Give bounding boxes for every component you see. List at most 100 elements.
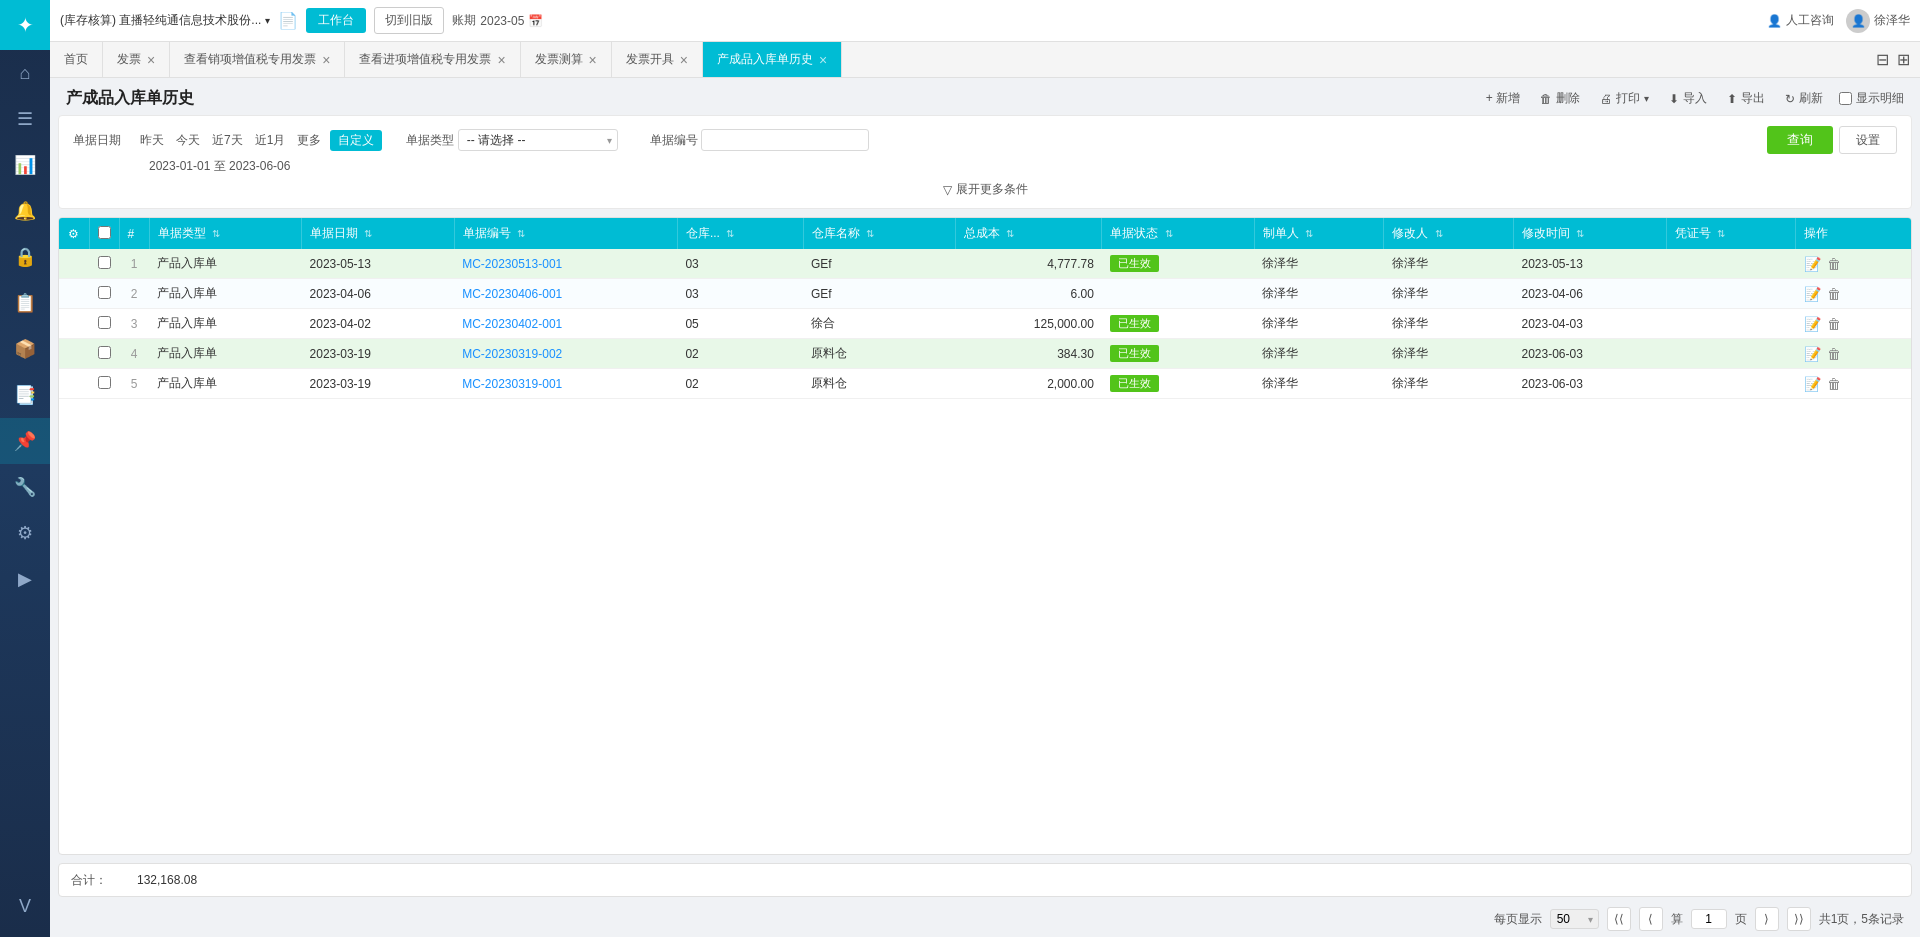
number-filter-input[interactable] [701,129,869,151]
type-select[interactable]: -- 请选择 -- 产品入库单 [458,129,618,151]
delete-button[interactable]: 🗑 删除 [1536,88,1584,109]
tab-check-output-close[interactable]: × [322,52,330,68]
tab-check-input[interactable]: 查看进项增值税专用发票 × [345,42,520,77]
select-all-checkbox[interactable] [98,226,111,239]
doc-number-link[interactable]: MC-20230319-002 [462,347,562,361]
th-warehouse-code[interactable]: 仓库... ⇅ [677,218,803,249]
doc-number-link[interactable]: MC-20230513-001 [462,257,562,271]
th-type[interactable]: 单据类型 ⇅ [149,218,302,249]
delete-icon[interactable]: 🗑 [1827,256,1841,272]
row-checkbox[interactable] [89,249,119,279]
row-number[interactable]: MC-20230319-002 [454,339,677,369]
page-number-input[interactable] [1691,909,1727,929]
row-settings[interactable] [59,309,89,339]
sidebar-item-menu[interactable]: ☰ [0,96,50,142]
print-button[interactable]: 🖨 打印 ▾ [1596,88,1653,109]
doc-number-link[interactable]: MC-20230406-001 [462,287,562,301]
import-button[interactable]: ⬇ 导入 [1665,88,1711,109]
edit-icon[interactable]: 📝 [1804,316,1821,332]
support-btn[interactable]: 👤 人工咨询 [1767,12,1834,29]
export-button[interactable]: ⬆ 导出 [1723,88,1769,109]
query-button[interactable]: 查询 [1767,126,1833,154]
row-number[interactable]: MC-20230406-001 [454,279,677,309]
show-detail-checkbox[interactable] [1839,92,1852,105]
edit-icon[interactable]: 📝 [1804,286,1821,302]
next-page-btn[interactable]: ⟩ [1755,907,1779,931]
row-checkbox[interactable] [89,279,119,309]
sidebar-item-home[interactable]: ⌂ [0,50,50,96]
edit-icon[interactable]: 📝 [1804,346,1821,362]
th-status[interactable]: 单据状态 ⇅ [1102,218,1255,249]
date-btn-yesterday[interactable]: 昨天 [137,131,167,150]
th-date[interactable]: 单据日期 ⇅ [302,218,455,249]
row-number[interactable]: MC-20230402-001 [454,309,677,339]
delete-icon[interactable]: 🗑 [1827,286,1841,302]
tab-issue-close[interactable]: × [680,52,688,68]
th-creator[interactable]: 制单人 ⇅ [1254,218,1384,249]
date-btn-today[interactable]: 今天 [173,131,203,150]
row-checkbox[interactable] [89,339,119,369]
row-settings[interactable] [59,339,89,369]
row-select-checkbox[interactable] [98,376,111,389]
row-checkbox[interactable] [89,309,119,339]
tab-product-history-close[interactable]: × [819,52,827,68]
th-warehouse-name[interactable]: 仓库名称 ⇅ [803,218,956,249]
delete-icon[interactable]: 🗑 [1827,376,1841,392]
row-number[interactable]: MC-20230513-001 [454,249,677,279]
tab-product-history[interactable]: 产成品入库单历史 × [703,42,842,77]
prev-page-btn[interactable]: ⟨ [1639,907,1663,931]
tab-minimize-icon[interactable]: ⊟ [1876,50,1889,69]
sidebar-item-tools[interactable]: 🔧 [0,464,50,510]
tab-invoice[interactable]: 发票 × [103,42,170,77]
edit-icon[interactable]: 📝 [1804,256,1821,272]
sidebar-item-settings[interactable]: ⚙ [0,510,50,556]
sidebar-item-notify[interactable]: 🔔 [0,188,50,234]
doc-number-link[interactable]: MC-20230319-001 [462,377,562,391]
th-settings[interactable]: ⚙ [59,218,89,249]
date-btn-7days[interactable]: 近7天 [209,131,246,150]
row-checkbox[interactable] [89,369,119,399]
row-select-checkbox[interactable] [98,286,111,299]
sidebar-item-play[interactable]: ▶ [0,556,50,602]
company-selector[interactable]: (库存核算) 直播轻纯通信息技术股份... ▾ [60,12,270,29]
date-btn-more[interactable]: 更多 [294,131,324,150]
row-settings[interactable] [59,279,89,309]
row-settings[interactable] [59,369,89,399]
th-number[interactable]: 单据编号 ⇅ [454,218,677,249]
workbench-button[interactable]: 工作台 [306,8,366,33]
page-size-select[interactable]: 20 50 100 [1550,909,1599,929]
first-page-btn[interactable]: ⟨⟨ [1607,907,1631,931]
row-settings[interactable] [59,249,89,279]
row-select-checkbox[interactable] [98,346,111,359]
date-btn-custom[interactable]: 自定义 [330,130,382,151]
doc-number-link[interactable]: MC-20230402-001 [462,317,562,331]
new-button[interactable]: + 新增 [1482,88,1524,109]
row-select-checkbox[interactable] [98,316,111,329]
last-page-btn[interactable]: ⟩⟩ [1787,907,1811,931]
refresh-button[interactable]: ↻ 刷新 [1781,88,1827,109]
th-voucher[interactable]: 凭证号 ⇅ [1666,218,1796,249]
edit-icon[interactable]: 📝 [1804,376,1821,392]
sidebar-item-pin[interactable]: 📌 [0,418,50,464]
sidebar-item-voucher[interactable]: 📑 [0,372,50,418]
old-version-button[interactable]: 切到旧版 [374,7,444,34]
date-btn-1month[interactable]: 近1月 [252,131,289,150]
sidebar-item-inventory[interactable]: 📦 [0,326,50,372]
tab-check-output[interactable]: 查看销项增值税专用发票 × [170,42,345,77]
tab-invoice-close[interactable]: × [147,52,155,68]
tab-issue[interactable]: 发票开具 × [612,42,703,77]
th-modify-time[interactable]: 修改时间 ⇅ [1513,218,1666,249]
th-total-cost[interactable]: 总成本 ⇅ [956,218,1102,249]
tab-check-input-close[interactable]: × [497,52,505,68]
sidebar-item-report[interactable]: 📊 [0,142,50,188]
delete-icon[interactable]: 🗑 [1827,346,1841,362]
delete-icon[interactable]: 🗑 [1827,316,1841,332]
sidebar-item-security[interactable]: 🔒 [0,234,50,280]
tab-calc[interactable]: 发票测算 × [521,42,612,77]
row-number[interactable]: MC-20230319-001 [454,369,677,399]
th-checkbox[interactable] [89,218,119,249]
tab-home[interactable]: 首页 [50,42,103,77]
tab-calc-close[interactable]: × [589,52,597,68]
th-modifier[interactable]: 修改人 ⇅ [1384,218,1514,249]
sidebar-item-v[interactable]: V [0,883,50,929]
